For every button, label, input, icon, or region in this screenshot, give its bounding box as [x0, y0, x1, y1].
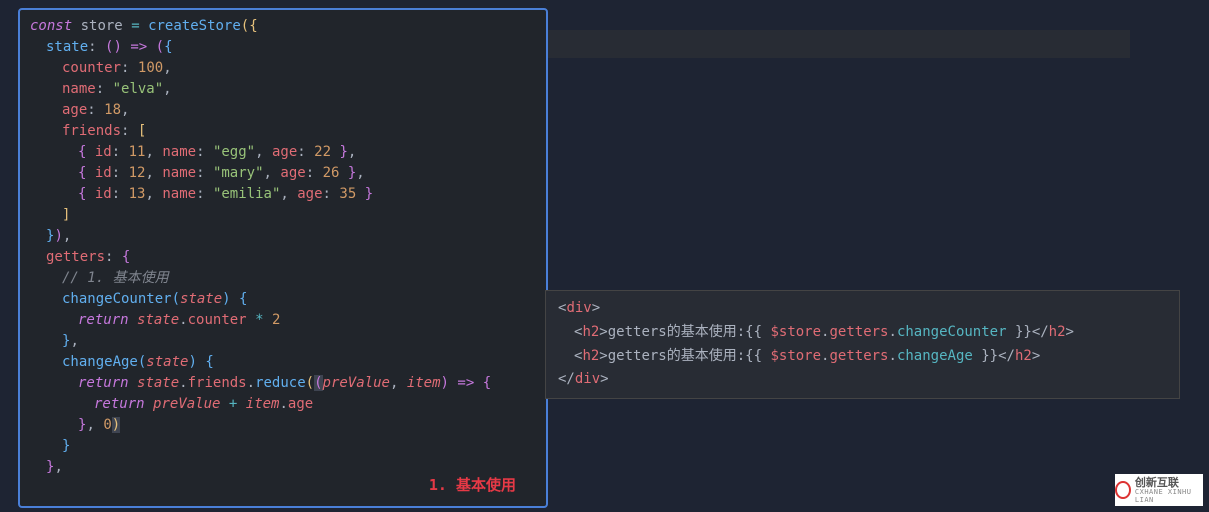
code-line: <div>: [558, 297, 1167, 321]
code-line: name: "elva",: [30, 79, 536, 100]
code-line: counter: 100,: [30, 58, 536, 79]
code-line: }: [30, 436, 536, 457]
code-line: { id: 12, name: "mary", age: 26 },: [30, 163, 536, 184]
code-line: changeAge(state) {: [30, 352, 536, 373]
logo-text: 创新互联: [1135, 477, 1203, 488]
logo-badge: 创新互联 CXHANE XINHU LIAN: [1115, 474, 1203, 506]
code-line: { id: 13, name: "emilia", age: 35 }: [30, 184, 536, 205]
logo-subtext: CXHANE XINHU LIAN: [1135, 488, 1203, 504]
code-line: friends: [: [30, 121, 536, 142]
code-line: return state.counter * 2: [30, 310, 536, 331]
code-line: age: 18,: [30, 100, 536, 121]
code-line: // 1. 基本使用: [30, 268, 536, 289]
code-line: const store = createStore({: [30, 16, 536, 37]
code-line: changeCounter(state) {: [30, 289, 536, 310]
code-line: </div>: [558, 368, 1167, 392]
code-line: <h2>getters的基本使用:{{ $store.getters.chang…: [558, 345, 1167, 369]
code-line: state: () => ({: [30, 37, 536, 58]
logo-icon: [1115, 481, 1131, 499]
code-line: }, 0): [30, 415, 536, 436]
left-code-editor: const store = createStore({ state: () =>…: [18, 8, 548, 508]
code-line: { id: 11, name: "egg", age: 22 },: [30, 142, 536, 163]
code-line: getters: {: [30, 247, 536, 268]
code-line: ]: [30, 205, 536, 226]
code-line: },: [30, 331, 536, 352]
caption-label: 1. 基本使用: [429, 474, 516, 497]
code-line: return preValue + item.age: [30, 394, 536, 415]
code-line: return state.friends.reduce((preValue, i…: [30, 373, 536, 394]
right-code-editor: <div> <h2>getters的基本使用:{{ $store.getters…: [545, 290, 1180, 399]
code-line: <h2>getters的基本使用:{{ $store.getters.chang…: [558, 321, 1167, 345]
code-line: }),: [30, 226, 536, 247]
